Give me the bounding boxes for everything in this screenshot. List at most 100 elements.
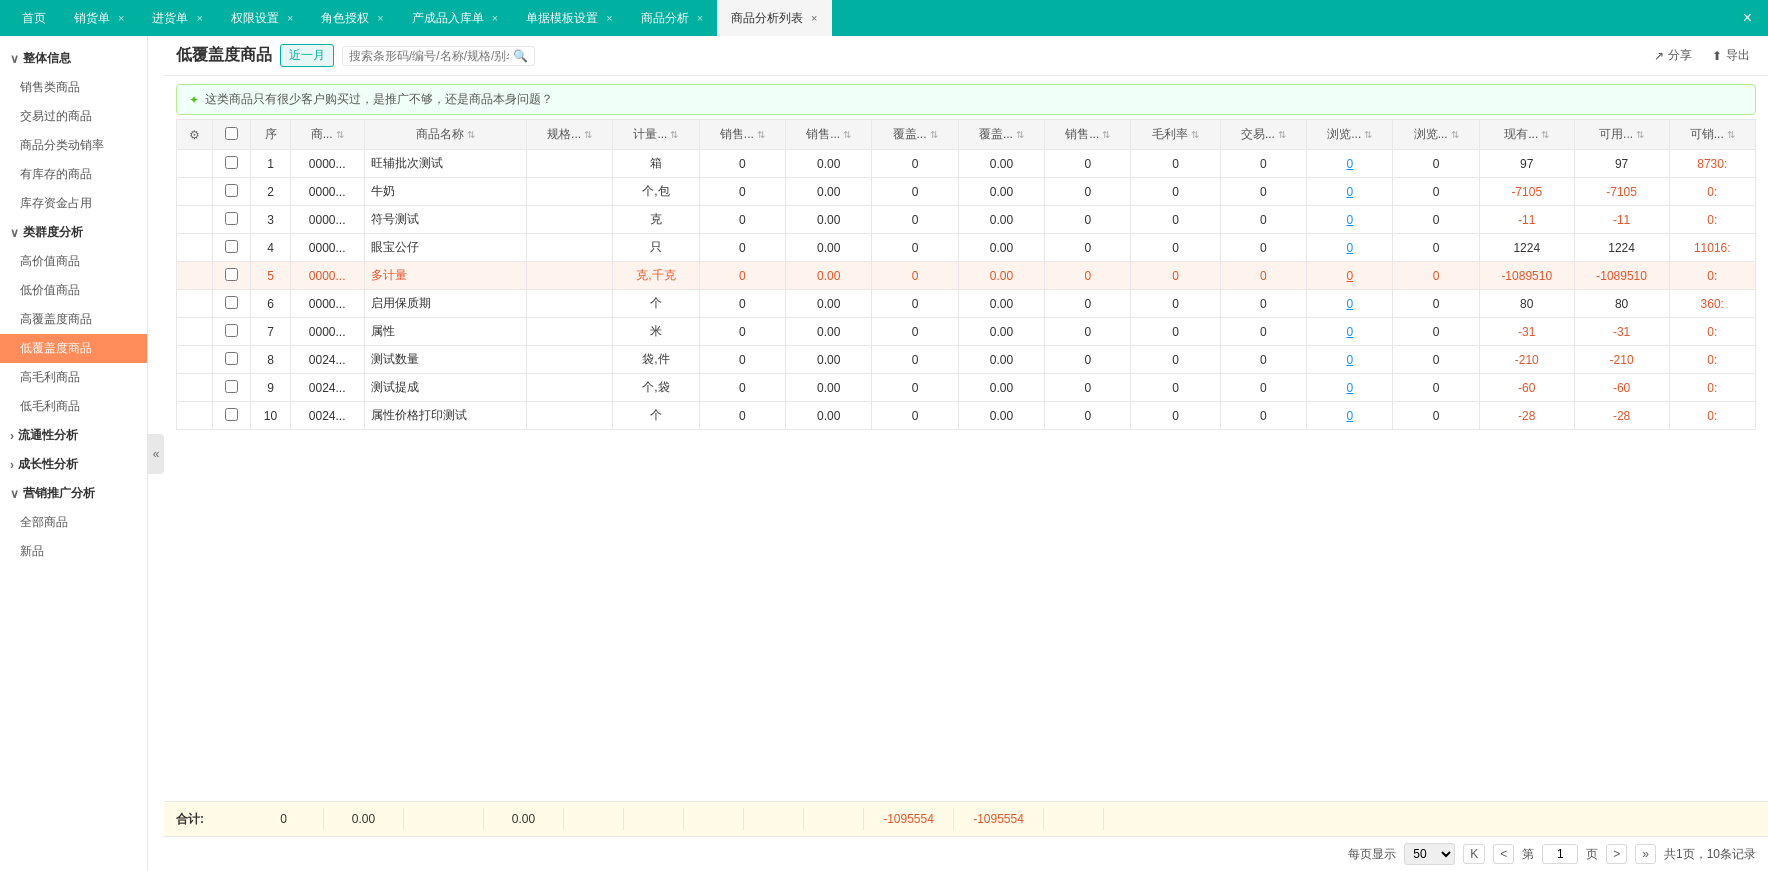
sidebar-item-in-stock[interactable]: 有库存的商品 <box>0 160 147 189</box>
sidebar-section-liquidity[interactable]: › 流通性分析 <box>0 421 147 450</box>
nav-product-analysis-list[interactable]: 商品分析列表 × <box>717 0 831 36</box>
td-browse1[interactable]: 0 <box>1307 318 1393 346</box>
td-checkbox[interactable] <box>212 290 251 318</box>
td-browse1[interactable]: 0 <box>1307 262 1393 290</box>
row-checkbox[interactable] <box>225 184 238 197</box>
td-checkbox[interactable] <box>212 346 251 374</box>
search-input[interactable] <box>349 49 509 63</box>
th-name[interactable]: 商品名称⇅ <box>364 120 526 150</box>
nav-permission-settings[interactable]: 权限设置 × <box>217 0 307 36</box>
th-spec[interactable]: 规格...⇅ <box>526 120 612 150</box>
nav-home[interactable]: 首页 <box>8 0 60 36</box>
nav-product-warehouse[interactable]: 产成品入库单 × <box>398 0 512 36</box>
td-checkbox[interactable] <box>212 402 251 430</box>
close-icon[interactable]: × <box>377 12 383 24</box>
nav-purchase-order[interactable]: 进货单 × <box>138 0 216 36</box>
th-current[interactable]: 现有...⇅ <box>1479 120 1574 150</box>
td-checkbox[interactable] <box>212 374 251 402</box>
td-browse1[interactable]: 0 <box>1307 234 1393 262</box>
search-box: 🔍 <box>342 46 535 66</box>
window-close-button[interactable]: × <box>1735 9 1760 27</box>
sidebar-collapse-button[interactable]: « <box>148 434 164 474</box>
th-sales-qty[interactable]: 销售...⇅ <box>699 120 785 150</box>
sidebar-item-stock-capital[interactable]: 库存资金占用 <box>0 189 147 218</box>
per-page-select[interactable]: 50 100 200 <box>1404 843 1455 865</box>
sidebar-item-sales-products[interactable]: 销售类商品 <box>0 73 147 102</box>
th-browse2[interactable]: 浏览...⇅ <box>1393 120 1479 150</box>
sidebar-item-high-profit[interactable]: 高毛利商品 <box>0 363 147 392</box>
export-button[interactable]: ⬆ 导出 <box>1706 45 1756 66</box>
row-checkbox[interactable] <box>225 268 238 281</box>
next-page-button[interactable]: > <box>1606 844 1627 864</box>
close-icon[interactable]: × <box>697 12 703 24</box>
first-page-button[interactable]: K <box>1463 844 1485 864</box>
sidebar-item-low-coverage[interactable]: 低覆盖度商品 <box>0 334 147 363</box>
sidebar-item-low-value[interactable]: 低价值商品 <box>0 276 147 305</box>
sidebar-item-traded-products[interactable]: 交易过的商品 <box>0 102 147 131</box>
td-checkbox[interactable] <box>212 150 251 178</box>
th-sales3[interactable]: 销售...⇅ <box>1045 120 1131 150</box>
th-saleable[interactable]: 可销...⇅ <box>1669 120 1756 150</box>
share-button[interactable]: ↗ 分享 <box>1648 45 1698 66</box>
th-sales-amt[interactable]: 销售...⇅ <box>785 120 871 150</box>
select-all-checkbox[interactable] <box>225 127 238 140</box>
th-settings[interactable]: ⚙ <box>177 120 213 150</box>
sidebar-item-high-value[interactable]: 高价值商品 <box>0 247 147 276</box>
row-checkbox[interactable] <box>225 240 238 253</box>
td-browse1[interactable]: 0 <box>1307 150 1393 178</box>
td-saleable: 0: <box>1669 402 1756 430</box>
th-gross-rate[interactable]: 毛利率⇅ <box>1131 120 1220 150</box>
row-checkbox[interactable] <box>225 156 238 169</box>
td-browse1[interactable]: 0 <box>1307 346 1393 374</box>
td-checkbox[interactable] <box>212 318 251 346</box>
td-checkbox[interactable] <box>212 206 251 234</box>
sidebar-item-high-coverage[interactable]: 高覆盖度商品 <box>0 305 147 334</box>
sidebar-section-growth[interactable]: › 成长性分析 <box>0 450 147 479</box>
close-icon[interactable]: × <box>492 12 498 24</box>
sidebar-section-group-analysis[interactable]: ∨ 类群度分析 <box>0 218 147 247</box>
sidebar-section-overall[interactable]: ∨ 整体信息 <box>0 44 147 73</box>
td-checkbox[interactable] <box>212 178 251 206</box>
sidebar-section-marketing[interactable]: ∨ 营销推广分析 <box>0 479 147 508</box>
th-available[interactable]: 可用...⇅ <box>1574 120 1669 150</box>
close-icon[interactable]: × <box>118 12 124 24</box>
nav-role-auth[interactable]: 角色授权 × <box>307 0 397 36</box>
page-number-input[interactable] <box>1542 844 1578 864</box>
nav-sales-order[interactable]: 销货单 × <box>60 0 138 36</box>
prev-page-button[interactable]: < <box>1493 844 1514 864</box>
row-checkbox[interactable] <box>225 380 238 393</box>
nav-template-settings[interactable]: 单据模板设置 × <box>512 0 626 36</box>
th-browse1[interactable]: 浏览...⇅ <box>1307 120 1393 150</box>
last-page-button[interactable]: » <box>1635 844 1656 864</box>
close-icon[interactable]: × <box>811 12 817 24</box>
close-icon[interactable]: × <box>287 12 293 24</box>
td-browse1[interactable]: 0 <box>1307 402 1393 430</box>
th-checkbox[interactable] <box>212 120 251 150</box>
nav-product-analysis[interactable]: 商品分析 × <box>627 0 717 36</box>
sidebar-item-category-turnover[interactable]: 商品分类动销率 <box>0 131 147 160</box>
close-icon[interactable]: × <box>196 12 202 24</box>
td-browse1[interactable]: 0 <box>1307 374 1393 402</box>
th-unit[interactable]: 计量...⇅ <box>613 120 699 150</box>
search-icon[interactable]: 🔍 <box>513 49 528 63</box>
th-coverage1[interactable]: 覆盖...⇅ <box>872 120 958 150</box>
td-checkbox[interactable] <box>212 262 251 290</box>
sidebar-item-low-profit[interactable]: 低毛利商品 <box>0 392 147 421</box>
td-checkbox[interactable] <box>212 234 251 262</box>
info-banner: ✦ 这类商品只有很少客户购买过，是推广不够，还是商品本身问题？ <box>176 84 1756 115</box>
th-trade[interactable]: 交易...⇅ <box>1220 120 1306 150</box>
row-checkbox[interactable] <box>225 324 238 337</box>
th-coverage2[interactable]: 覆盖...⇅ <box>958 120 1044 150</box>
row-checkbox[interactable] <box>225 212 238 225</box>
row-checkbox[interactable] <box>225 296 238 309</box>
close-icon[interactable]: × <box>606 12 612 24</box>
td-browse1[interactable]: 0 <box>1307 206 1393 234</box>
td-browse1[interactable]: 0 <box>1307 290 1393 318</box>
sidebar-item-all-products[interactable]: 全部商品 <box>0 508 147 537</box>
date-filter-recent-month[interactable]: 近一月 <box>280 44 334 67</box>
sidebar-item-new-products[interactable]: 新品 <box>0 537 147 566</box>
td-browse1[interactable]: 0 <box>1307 178 1393 206</box>
th-code[interactable]: 商...⇅ <box>290 120 364 150</box>
row-checkbox[interactable] <box>225 352 238 365</box>
row-checkbox[interactable] <box>225 408 238 421</box>
